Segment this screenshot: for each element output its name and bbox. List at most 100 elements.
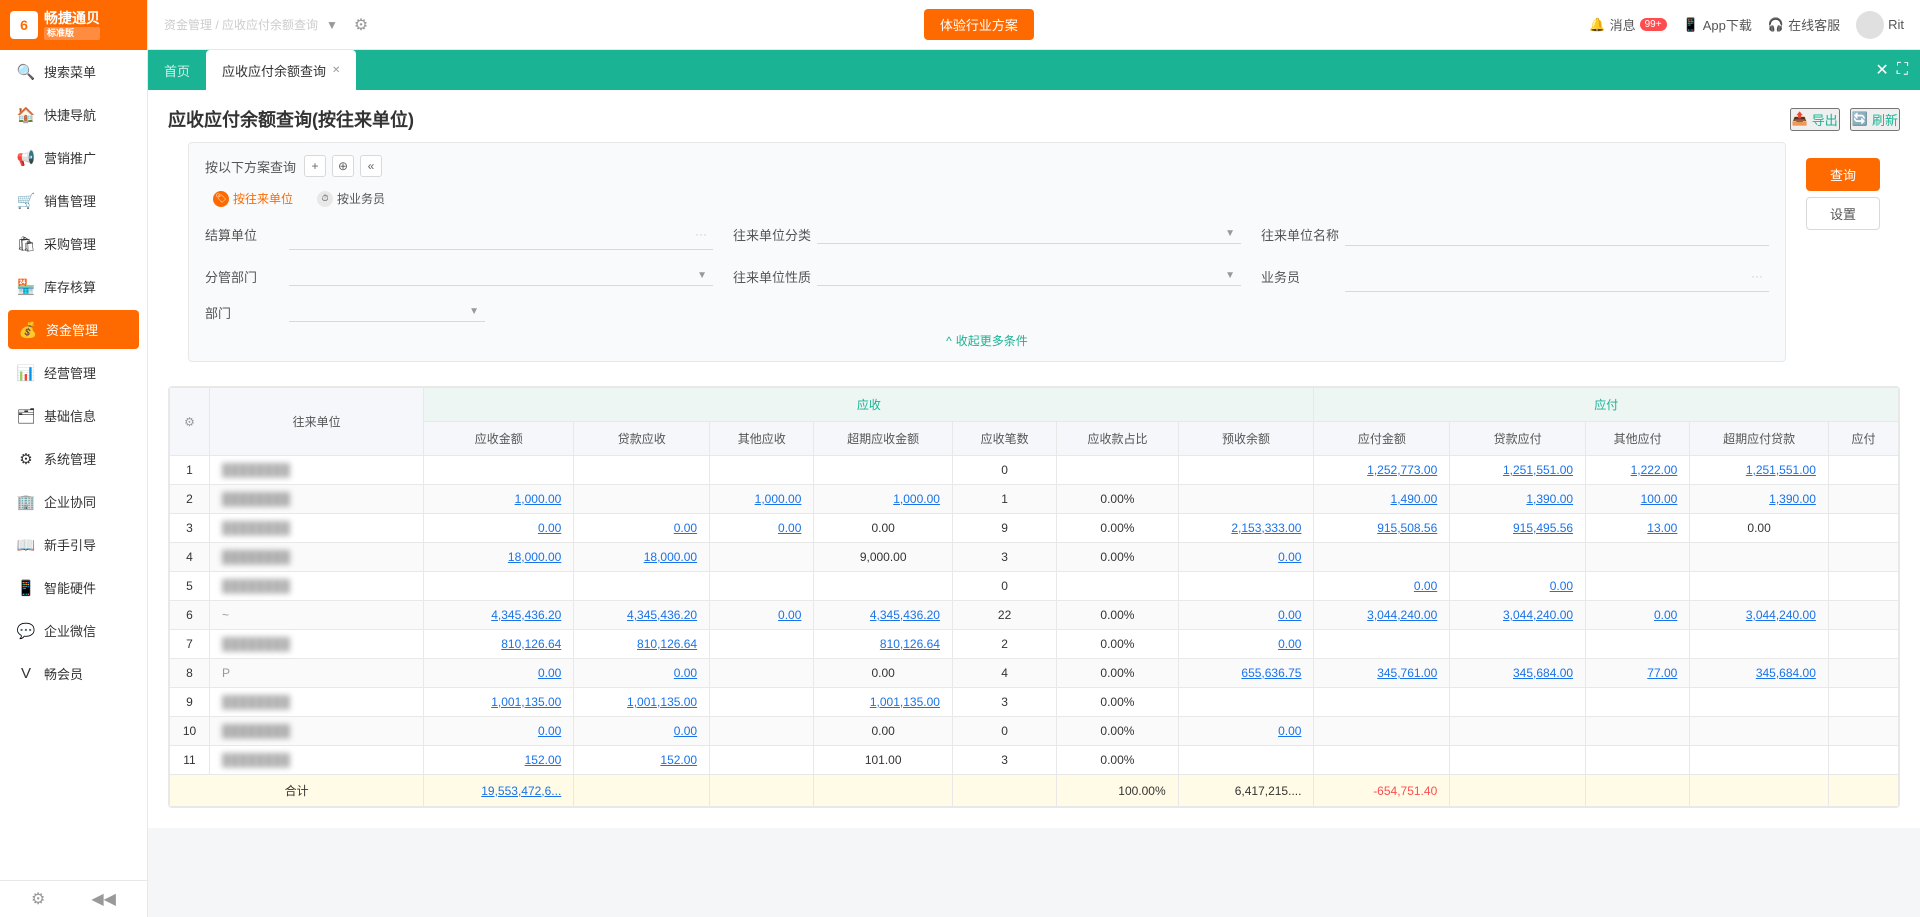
sidebar-item-member[interactable]: V 畅会员	[0, 652, 147, 695]
unit-category-select[interactable]: ▼	[817, 224, 1241, 244]
tab-query[interactable]: 应收应付余额查询 ✕	[206, 50, 356, 90]
export-button[interactable]: 📤 导出	[1790, 108, 1840, 131]
app-download-btn[interactable]: 📱 App下载	[1683, 15, 1752, 34]
row-prepaid[interactable]: 0.00	[1178, 543, 1314, 572]
row-ar-amount[interactable]: 810,126.64	[424, 630, 574, 659]
row-prepaid[interactable]: 2,153,333.00	[1178, 514, 1314, 543]
refresh-button[interactable]: 🔄 刷新	[1850, 108, 1900, 131]
row-ap-amount[interactable]: 0.00	[1314, 572, 1450, 601]
dept-select[interactable]: ▼	[289, 302, 485, 322]
user-avatar-btn[interactable]: Rit	[1856, 11, 1904, 39]
sidebar-item-basic[interactable]: 🗂 基础信息	[0, 394, 147, 437]
row-prepaid[interactable]: 655,636.75	[1178, 659, 1314, 688]
sidebar-item-shortcut[interactable]: 🏠 快捷导航	[0, 93, 147, 136]
row-ar-amount[interactable]: 1,000.00	[424, 485, 574, 514]
filter-section: 按以下方案查询 + ⊕ « 🏷 按往来单位	[188, 142, 1786, 362]
filter-settings-btn[interactable]: ⊕	[332, 155, 354, 177]
row-prepaid[interactable]: 0.00	[1178, 601, 1314, 630]
filter-collapse-btn[interactable]: «	[360, 155, 382, 177]
footer-ar-count	[952, 775, 1056, 807]
row-ap-amount[interactable]: 1,252,773.00	[1314, 456, 1450, 485]
row-ar-amount[interactable]: 152.00	[424, 746, 574, 775]
sidebar-item-purchase[interactable]: 🛍 采购管理	[0, 222, 147, 265]
row-ar-loan[interactable]: 0.00	[574, 717, 710, 746]
tab-window-close-icon[interactable]: ✕	[1875, 60, 1888, 80]
row-ar-loan[interactable]: 810,126.64	[574, 630, 710, 659]
unit-name-input[interactable]	[1345, 222, 1769, 246]
row-ap-other[interactable]: 100.00	[1586, 485, 1690, 514]
row-ap-amount[interactable]: 915,508.56	[1314, 514, 1450, 543]
row-ap-loan[interactable]: 3,044,240.00	[1450, 601, 1586, 630]
row-ar-loan[interactable]: 152.00	[574, 746, 710, 775]
row-ap-overdue[interactable]: 1,390.00	[1690, 485, 1829, 514]
row-ap-other[interactable]: 77.00	[1586, 659, 1690, 688]
sidebar-item-hardware[interactable]: 📱 智能硬件	[0, 566, 147, 609]
sidebar-item-sales[interactable]: 🛒 销售管理	[0, 179, 147, 222]
row-ap-loan[interactable]: 1,390.00	[1450, 485, 1586, 514]
filter-scheme-by-staff[interactable]: ⏱ 按业务员	[309, 187, 393, 210]
row-ap-loan[interactable]: 1,251,551.00	[1450, 456, 1586, 485]
collapse-more-btn[interactable]: ^ 收起更多条件	[205, 332, 1769, 349]
salesperson-input[interactable]	[1351, 264, 1751, 287]
filter-scheme-by-unit[interactable]: 🏷 按往来单位	[205, 187, 301, 210]
settings-button[interactable]: 设置	[1806, 197, 1880, 230]
sidebar-item-finance[interactable]: 💰 资金管理	[8, 310, 139, 349]
row-ar-loan[interactable]: 4,345,436.20	[574, 601, 710, 630]
sidebar-settings-icon[interactable]: ⚙	[31, 889, 45, 909]
breadcrumb-dropdown-icon[interactable]: ▼	[326, 18, 338, 32]
row-ar-amount[interactable]: 0.00	[424, 514, 574, 543]
row-prepaid[interactable]: 0.00	[1178, 717, 1314, 746]
dept-manage-select[interactable]: ▼	[289, 266, 713, 286]
sidebar-item-wechat[interactable]: 💬 企业微信	[0, 609, 147, 652]
unit-nature-select[interactable]: ▼	[817, 266, 1241, 286]
sidebar-item-system[interactable]: ⚙ 系统管理	[0, 437, 147, 480]
query-button[interactable]: 查询	[1806, 158, 1880, 191]
row-ar-overdue[interactable]: 810,126.64	[814, 630, 953, 659]
row-ar-amount[interactable]: 18,000.00	[424, 543, 574, 572]
row-ap-overdue[interactable]: 345,684.00	[1690, 659, 1829, 688]
tab-expand-icon[interactable]: ⛶	[1897, 61, 1908, 79]
row-ap-amount[interactable]: 3,044,240.00	[1314, 601, 1450, 630]
notifications-btn[interactable]: 🔔 消息 99+	[1589, 15, 1666, 34]
tab-close-icon[interactable]: ✕	[332, 65, 340, 76]
table-settings-icon[interactable]: ⚙	[184, 415, 195, 429]
sidebar-collapse-icon[interactable]: ◀◀	[91, 889, 116, 909]
row-prepaid[interactable]: 0.00	[1178, 630, 1314, 659]
solution-button[interactable]: 体验行业方案	[924, 9, 1034, 40]
row-ar-loan[interactable]: 18,000.00	[574, 543, 710, 572]
tab-home[interactable]: 首页	[148, 50, 206, 90]
row-ar-loan[interactable]: 1,001,135.00	[574, 688, 710, 717]
row-ar-amount[interactable]: 1,001,135.00	[424, 688, 574, 717]
row-ap-other[interactable]: 1,222.00	[1586, 456, 1690, 485]
settlement-input[interactable]	[295, 222, 695, 245]
sidebar-item-marketing[interactable]: 📢 营销推广	[0, 136, 147, 179]
row-ap-other[interactable]: 13.00	[1586, 514, 1690, 543]
row-ar-amount[interactable]: 0.00	[424, 659, 574, 688]
online-service-btn[interactable]: 🎧 在线客服	[1768, 15, 1840, 34]
filter-add-btn[interactable]: +	[304, 155, 326, 177]
row-ar-overdue[interactable]: 1,001,135.00	[814, 688, 953, 717]
row-ar-loan[interactable]: 0.00	[574, 514, 710, 543]
row-ap-loan[interactable]: 345,684.00	[1450, 659, 1586, 688]
row-ar-loan[interactable]: 0.00	[574, 659, 710, 688]
row-ap-overdue[interactable]: 3,044,240.00	[1690, 601, 1829, 630]
row-ar-overdue[interactable]: 4,345,436.20	[814, 601, 953, 630]
row-ap-loan[interactable]: 0.00	[1450, 572, 1586, 601]
row-ap-other[interactable]: 0.00	[1586, 601, 1690, 630]
row-ar-overdue[interactable]: 1,000.00	[814, 485, 953, 514]
topbar-settings-icon[interactable]: ⚙	[354, 15, 368, 35]
row-ar-other[interactable]: 1,000.00	[710, 485, 814, 514]
row-ap-loan[interactable]: 915,495.56	[1450, 514, 1586, 543]
sidebar-item-inventory[interactable]: 🏪 库存核算	[0, 265, 147, 308]
row-ar-other[interactable]: 0.00	[710, 601, 814, 630]
sidebar-item-search[interactable]: 🔍 搜索菜单	[0, 50, 147, 93]
row-ar-amount[interactable]: 4,345,436.20	[424, 601, 574, 630]
sidebar-item-enterprise[interactable]: 🏢 企业协同	[0, 480, 147, 523]
sidebar-item-guide[interactable]: 📖 新手引导	[0, 523, 147, 566]
row-ap-overdue[interactable]: 1,251,551.00	[1690, 456, 1829, 485]
row-ap-amount[interactable]: 1,490.00	[1314, 485, 1450, 514]
sidebar-item-operation[interactable]: 📊 经营管理	[0, 351, 147, 394]
row-ap-amount[interactable]: 345,761.00	[1314, 659, 1450, 688]
row-ar-amount[interactable]: 0.00	[424, 717, 574, 746]
row-ar-other[interactable]: 0.00	[710, 514, 814, 543]
